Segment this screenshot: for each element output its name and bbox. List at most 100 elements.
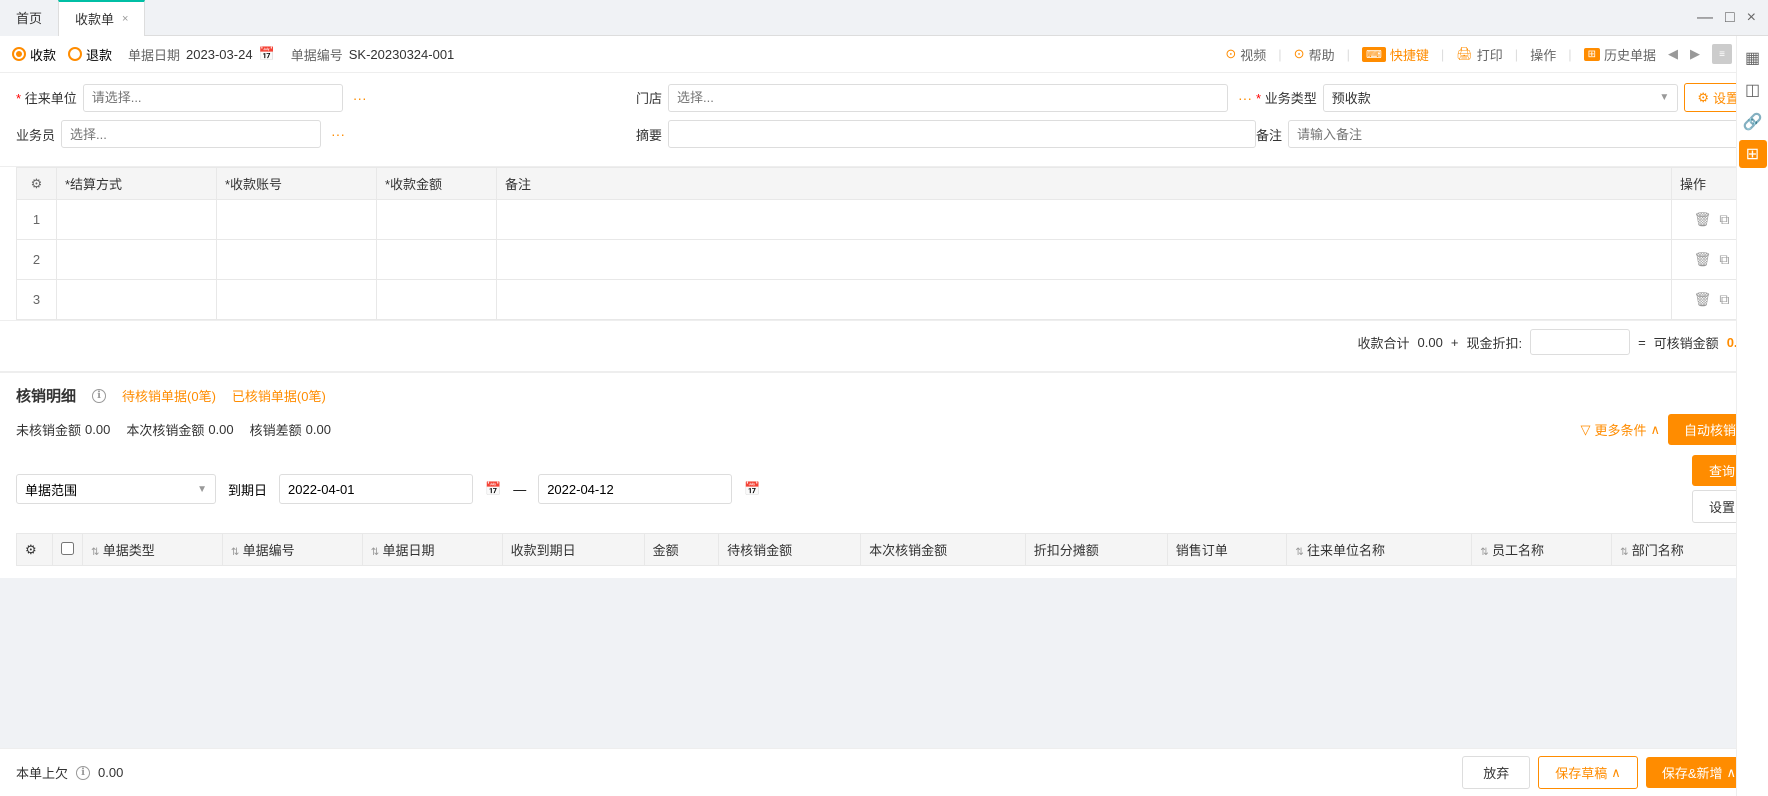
settle-cell-3[interactable] xyxy=(57,280,217,320)
current-stat: 本次核销金额 0.00 xyxy=(126,420,233,439)
discard-btn[interactable]: 放弃 xyxy=(1462,756,1530,789)
discount-input[interactable] xyxy=(1530,329,1630,355)
verify-info-icon[interactable]: ℹ xyxy=(92,389,106,403)
btcol-due: 收款到期日 xyxy=(502,534,644,566)
staff-more-btn[interactable]: ··· xyxy=(327,126,349,142)
col-note-header: 备注 xyxy=(497,168,1672,200)
sidebar-link-icon[interactable]: 🔗 xyxy=(1739,108,1767,136)
delete-row-1-btn[interactable]: 🗑 xyxy=(1694,211,1712,228)
order-info-icon[interactable]: ℹ xyxy=(76,766,90,780)
note-cell-1[interactable] xyxy=(497,200,1672,240)
btcol-current: 本次核销金额 xyxy=(861,534,1026,566)
sidebar-table-icon[interactable]: ▦ xyxy=(1739,44,1767,72)
btcol-pending: 待核销金额 xyxy=(719,534,861,566)
maximize-icon[interactable]: □ xyxy=(1721,7,1739,29)
verify-filters: 单据范围 ▼ 到期日 📅 — 📅 查询 设置 xyxy=(16,455,1752,523)
copy-row-3-btn[interactable]: ⧉ xyxy=(1719,291,1729,308)
date-to-input[interactable] xyxy=(538,474,732,504)
note-input[interactable] xyxy=(1288,120,1752,148)
partner-field: * 往来单位 ··· xyxy=(16,84,636,112)
receipt-radio-dot xyxy=(12,47,26,61)
history-btn[interactable]: ⊞ 历史单据 xyxy=(1584,45,1656,64)
footer-bar: 本单上欠 ℹ 0.00 放弃 保存草稿 ∧ 保存&新增 ∧ xyxy=(0,748,1768,796)
btcol-number: ⇅ 单据编号 xyxy=(222,534,362,566)
amount-cell-1[interactable] xyxy=(377,200,497,240)
btcol-order: 销售订单 xyxy=(1167,534,1287,566)
row-num-1: 1 xyxy=(17,200,57,240)
doc-range-select[interactable]: 单据范围 ▼ xyxy=(16,474,216,504)
net-label: 可核销金额 xyxy=(1654,333,1719,352)
settle-cell-2[interactable] xyxy=(57,240,217,280)
ops-btn[interactable]: 操作 xyxy=(1530,45,1556,64)
delete-row-2-btn[interactable]: 🗑 xyxy=(1694,251,1712,268)
account-cell-1[interactable] xyxy=(217,200,377,240)
amount-cell-2[interactable] xyxy=(377,240,497,280)
sidebar-list-icon[interactable]: ◫ xyxy=(1739,76,1767,104)
minimize-icon[interactable]: — xyxy=(1693,7,1717,29)
partner-more-btn[interactable]: ··· xyxy=(349,90,371,106)
right-sidebar: ▦ ◫ 🔗 ⊞ xyxy=(1736,36,1768,796)
store-more-btn[interactable]: ··· xyxy=(1234,90,1256,106)
btcol-date: ⇅ 单据日期 xyxy=(362,534,502,566)
refund-radio[interactable]: 退款 xyxy=(68,45,112,64)
save-draft-btn[interactable]: 保存草稿 ∧ xyxy=(1538,756,1638,789)
select-all-checkbox[interactable] xyxy=(61,542,74,555)
sidebar-expand-icon[interactable]: ⊞ xyxy=(1739,140,1767,168)
total-value: 0.00 xyxy=(1418,335,1443,350)
pending-tab[interactable]: 待核销单据(0笔) xyxy=(122,386,216,405)
account-cell-2[interactable] xyxy=(217,240,377,280)
col-gear-header[interactable]: ⚙ xyxy=(17,168,57,200)
doc-range-chevron: ▼ xyxy=(197,484,207,495)
video-btn[interactable]: ⊙ 视频 xyxy=(1225,45,1266,64)
more-filter-btn[interactable]: ▽ 更多条件 ∧ xyxy=(1580,420,1660,439)
staff-input[interactable] xyxy=(61,120,321,148)
main-content: 收款 退款 单据日期 2023-03-24 📅 单据编号 SK-20230324… xyxy=(0,36,1768,578)
form-area: * 往来单位 ··· 门店 ··· * 业务类型 预收款 ▼ ⚙ 设置 xyxy=(0,73,1768,167)
delete-row-3-btn[interactable]: 🗑 xyxy=(1694,291,1712,308)
receipt-table: ⚙ *结算方式 *收款账号 *收款金额 备注 操作 xyxy=(16,167,1752,320)
next-icon[interactable]: ▶ xyxy=(1690,46,1700,62)
store-input[interactable] xyxy=(668,84,1228,112)
toolbar-right: ⊙ 视频 | ⊙ 帮助 | ⌨ 快捷键 | 🖨 打印 | 操作 | xyxy=(1225,44,1756,64)
plus-sign: + xyxy=(1451,335,1459,350)
biz-type-select[interactable]: 预收款 ▼ xyxy=(1323,84,1679,112)
account-cell-3[interactable] xyxy=(217,280,377,320)
done-tab[interactable]: 已核销单据(0笔) xyxy=(232,386,326,405)
settle-cell-1[interactable] xyxy=(57,200,217,240)
calendar-icon[interactable]: 📅 xyxy=(259,46,275,62)
note-cell-3[interactable] xyxy=(497,280,1672,320)
help-btn[interactable]: ⊙ 帮助 xyxy=(1294,45,1335,64)
close-window-icon[interactable]: × xyxy=(1743,7,1760,29)
btcol-gear[interactable]: ⚙ xyxy=(17,534,53,566)
date-from-input[interactable] xyxy=(279,474,473,504)
tab-close-icon[interactable]: × xyxy=(122,13,128,25)
staff-field: 业务员 ··· xyxy=(16,120,636,148)
total-label: 收款合计 xyxy=(1358,333,1410,352)
table-container: ⚙ *结算方式 *收款账号 *收款金额 备注 操作 xyxy=(0,167,1768,320)
copy-row-2-btn[interactable]: ⧉ xyxy=(1719,251,1729,268)
copy-row-1-btn[interactable]: ⧉ xyxy=(1719,211,1729,228)
prev-icon[interactable]: ◀ xyxy=(1668,46,1678,62)
btcol-checkbox[interactable] xyxy=(53,534,83,566)
calendar-from-icon[interactable]: 📅 xyxy=(485,481,501,497)
table-row: 3 🗑 ⧉ xyxy=(17,280,1752,320)
tab-home[interactable]: 首页 xyxy=(0,0,58,36)
verify-header: 核销明细 ℹ 待核销单据(0笔) 已核销单据(0笔) xyxy=(16,385,1752,406)
print-btn[interactable]: 🖨 打印 xyxy=(1456,45,1503,64)
table-row: 2 🗑 ⧉ xyxy=(17,240,1752,280)
col-account-header: *收款账号 xyxy=(217,168,377,200)
draft-chevron-icon: ∧ xyxy=(1611,765,1621,781)
summary-input[interactable] xyxy=(668,120,1256,148)
tab-receipt[interactable]: 收款单 × xyxy=(58,0,145,36)
partner-input[interactable] xyxy=(83,84,343,112)
btcol-dept: ⇅ 部门名称 xyxy=(1612,534,1752,566)
layout-list-icon[interactable]: ≡ xyxy=(1712,44,1732,64)
amount-cell-3[interactable] xyxy=(377,280,497,320)
note-cell-2[interactable] xyxy=(497,240,1672,280)
btcol-amount: 金额 xyxy=(644,534,719,566)
calendar-to-icon[interactable]: 📅 xyxy=(744,481,760,497)
verify-section: 核销明细 ℹ 待核销单据(0笔) 已核销单据(0笔) 未核销金额 0.00 本次… xyxy=(0,371,1768,578)
form-row-2: 业务员 ··· 摘要 备注 xyxy=(16,120,1752,148)
receipt-radio[interactable]: 收款 xyxy=(12,45,56,64)
shortcut-btn[interactable]: ⌨ 快捷键 xyxy=(1362,45,1429,64)
